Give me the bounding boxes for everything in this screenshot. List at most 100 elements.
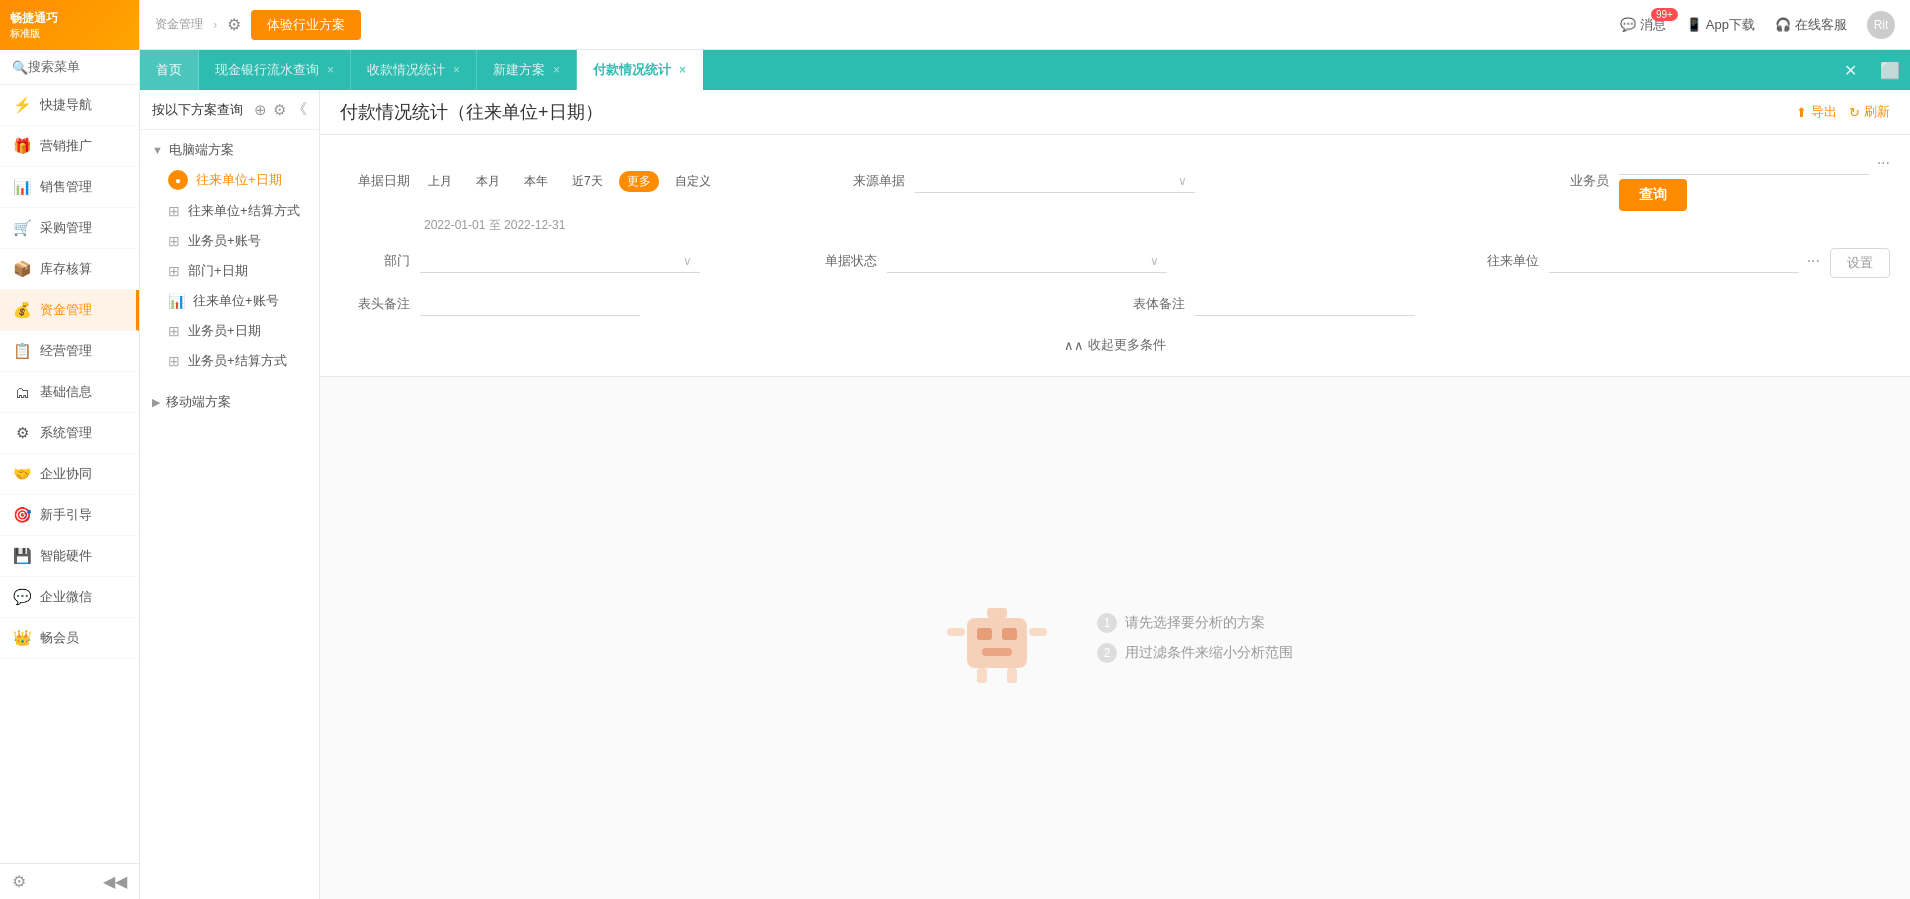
tab-new-scheme-close[interactable]: × — [553, 63, 560, 77]
collapse-panel-icon[interactable]: 《 — [292, 100, 307, 119]
counterpart-label: 往来单位 — [1469, 252, 1549, 270]
date-opt-7days[interactable]: 近7天 — [564, 170, 611, 193]
query-button[interactable]: 查询 — [1619, 179, 1687, 211]
sidebar-item-enterprise[interactable]: 🤝企业协同 — [0, 454, 139, 495]
scheme-item-dept-date[interactable]: ⊞ 部门+日期 — [140, 256, 319, 286]
dept-content: ∨ — [420, 250, 807, 273]
guide-icon: 🎯 — [12, 505, 32, 525]
desktop-group-label: 电脑端方案 — [169, 141, 234, 159]
refresh-icon: ↻ — [1849, 105, 1860, 120]
member-icon: 👑 — [12, 628, 32, 648]
sidebar-search-label: 搜索菜单 — [28, 58, 80, 76]
body-note-input[interactable] — [1195, 292, 1415, 316]
main-area: 资金管理 › ⚙ 体验行业方案 💬 消息 99+ 📱 App下载 🎧 在线客服 … — [140, 0, 1910, 899]
scheme-item-salesman-settlement[interactable]: ⊞ 业务员+结算方式 — [140, 346, 319, 376]
tab-payment-stats-close[interactable]: × — [679, 63, 686, 77]
tab-receipt-stats[interactable]: 收款情况统计 × — [351, 50, 477, 90]
messages-badge: 99+ — [1651, 8, 1678, 21]
scheme-item-counterpart-date[interactable]: ● 往来单位+日期 — [140, 164, 319, 196]
counterpart-content: ··· 设置 — [1549, 244, 1890, 278]
sidebar-label-member: 畅会员 — [40, 629, 79, 647]
sidebar-label-hardware: 智能硬件 — [40, 547, 92, 565]
source-doc-select[interactable]: ∨ — [915, 170, 1195, 193]
sidebar-item-operations[interactable]: 📋经营管理 — [0, 331, 139, 372]
sidebar-item-quick-nav[interactable]: ⚡快捷导航 — [0, 85, 139, 126]
desktop-group-header[interactable]: ▼ 电脑端方案 — [140, 136, 319, 164]
app-name: 畅捷通巧 — [10, 10, 58, 27]
sidebar-item-hardware[interactable]: 💾智能硬件 — [0, 536, 139, 577]
scheme-item-counterpart-account[interactable]: 📊 往来单位+账号 — [140, 286, 319, 316]
date-filter-content: 上月 本月 本年 近7天 更多 自定义 — [420, 170, 835, 193]
trial-button[interactable]: 体验行业方案 — [251, 10, 361, 40]
empty-tips: 1 请先选择要分析的方案 2 用过滤条件来缩小分析范围 — [1097, 613, 1293, 663]
collapse-chevron-icon: ∧∧ — [1064, 338, 1084, 353]
sidebar-item-system[interactable]: ⚙系统管理 — [0, 413, 139, 454]
avatar[interactable]: Rit — [1867, 11, 1895, 39]
tab-new-scheme[interactable]: 新建方案 × — [477, 50, 577, 90]
scheme-header-label: 按以下方案查询 — [152, 101, 243, 119]
settings-bottom-icon[interactable]: ⚙ — [12, 872, 26, 891]
date-opt-this-year[interactable]: 本年 — [516, 170, 556, 193]
tab-bank-flow-close[interactable]: × — [327, 63, 334, 77]
close-window-icon[interactable]: ✕ — [1830, 50, 1870, 90]
messages-action[interactable]: 💬 消息 99+ — [1620, 16, 1666, 34]
scheme-item-label-5: 业务员+日期 — [188, 322, 261, 340]
date-opt-custom[interactable]: 自定义 — [667, 170, 719, 193]
maximize-icon[interactable]: ⬜ — [1870, 50, 1910, 90]
app-download-action[interactable]: 📱 App下载 — [1686, 16, 1755, 34]
counterpart-input[interactable] — [1549, 249, 1799, 273]
date-opt-this-month[interactable]: 本月 — [468, 170, 508, 193]
topbar-right: 💬 消息 99+ 📱 App下载 🎧 在线客服 Rit — [1620, 11, 1895, 39]
message-icon: 💬 — [1620, 17, 1636, 32]
sidebar-item-purchase[interactable]: 🛒采购管理 — [0, 208, 139, 249]
date-opt-last-month[interactable]: 上月 — [420, 170, 460, 193]
mobile-group-header[interactable]: ▶ 移动端方案 — [140, 388, 319, 416]
basic-info-icon: 🗂 — [12, 382, 32, 402]
dept-select[interactable]: ∨ — [420, 250, 700, 273]
salesman-input[interactable] — [1619, 151, 1869, 175]
sidebar-item-sales[interactable]: 📊销售管理 — [0, 167, 139, 208]
refresh-button[interactable]: ↻ 刷新 — [1849, 103, 1890, 121]
topbar-settings-icon[interactable]: ⚙ — [227, 15, 241, 34]
tab-receipt-stats-close[interactable]: × — [453, 63, 460, 77]
export-button[interactable]: ⬆ 导出 — [1796, 103, 1837, 121]
collapse-sidebar-icon[interactable]: ◀◀ — [103, 872, 127, 891]
inventory-icon: 📦 — [12, 259, 32, 279]
tip-2-num: 2 — [1097, 643, 1117, 663]
tab-bank-flow[interactable]: 现金银行流水查询 × — [199, 50, 351, 90]
tab-payment-stats[interactable]: 付款情况统计 × — [577, 50, 703, 90]
sidebar-item-search[interactable]: 🔍 搜索菜单 — [0, 50, 139, 85]
sidebar-item-wechat[interactable]: 💬企业微信 — [0, 577, 139, 618]
settings-button[interactable]: 设置 — [1830, 248, 1890, 278]
svg-rect-0 — [967, 618, 1027, 668]
collapse-label: 收起更多条件 — [1088, 336, 1166, 354]
chevron-icon: › — [213, 17, 217, 32]
sidebar-item-guide[interactable]: 🎯新手引导 — [0, 495, 139, 536]
add-scheme-icon[interactable]: ⊕ — [254, 101, 267, 119]
doc-status-select[interactable]: ∨ — [887, 250, 1167, 273]
date-opt-more[interactable]: 更多 — [619, 171, 659, 192]
header-note-input[interactable] — [420, 292, 640, 316]
online-service-action[interactable]: 🎧 在线客服 — [1775, 16, 1847, 34]
counterpart-dots[interactable]: ··· — [1807, 252, 1820, 270]
scheme-item-salesman-account[interactable]: ⊞ 业务员+账号 — [140, 226, 319, 256]
source-doc-content: ∨ — [915, 170, 1538, 193]
sidebar-item-basic-info[interactable]: 🗂基础信息 — [0, 372, 139, 413]
scheme-settings-icon[interactable]: ⚙ — [273, 101, 286, 119]
sidebar-item-finance[interactable]: 💰资金管理 — [0, 290, 139, 331]
sidebar-item-member[interactable]: 👑 畅会员 — [0, 618, 139, 659]
enterprise-icon: 🤝 — [12, 464, 32, 484]
tab-home[interactable]: 首页 — [140, 50, 199, 90]
filter-area: 单据日期 上月 本月 本年 近7天 更多 自定义 来源单据 — [320, 135, 1910, 377]
sidebar-label-finance: 资金管理 — [40, 301, 92, 319]
grid-icon-1: ⊞ — [168, 203, 180, 219]
tip-1-num: 1 — [1097, 613, 1117, 633]
source-doc-label: 来源单据 — [835, 172, 915, 190]
scheme-item-counterpart-settlement[interactable]: ⊞ 往来单位+结算方式 — [140, 196, 319, 226]
sidebar-item-marketing[interactable]: 🎁营销推广 — [0, 126, 139, 167]
salesman-dots[interactable]: ··· — [1877, 154, 1890, 172]
scheme-item-salesman-date[interactable]: ⊞ 业务员+日期 — [140, 316, 319, 346]
collapse-button[interactable]: ∧∧ 收起更多条件 — [340, 330, 1890, 360]
salesman-content: ··· 查询 — [1619, 151, 1890, 211]
sidebar-item-inventory[interactable]: 📦库存核算 — [0, 249, 139, 290]
